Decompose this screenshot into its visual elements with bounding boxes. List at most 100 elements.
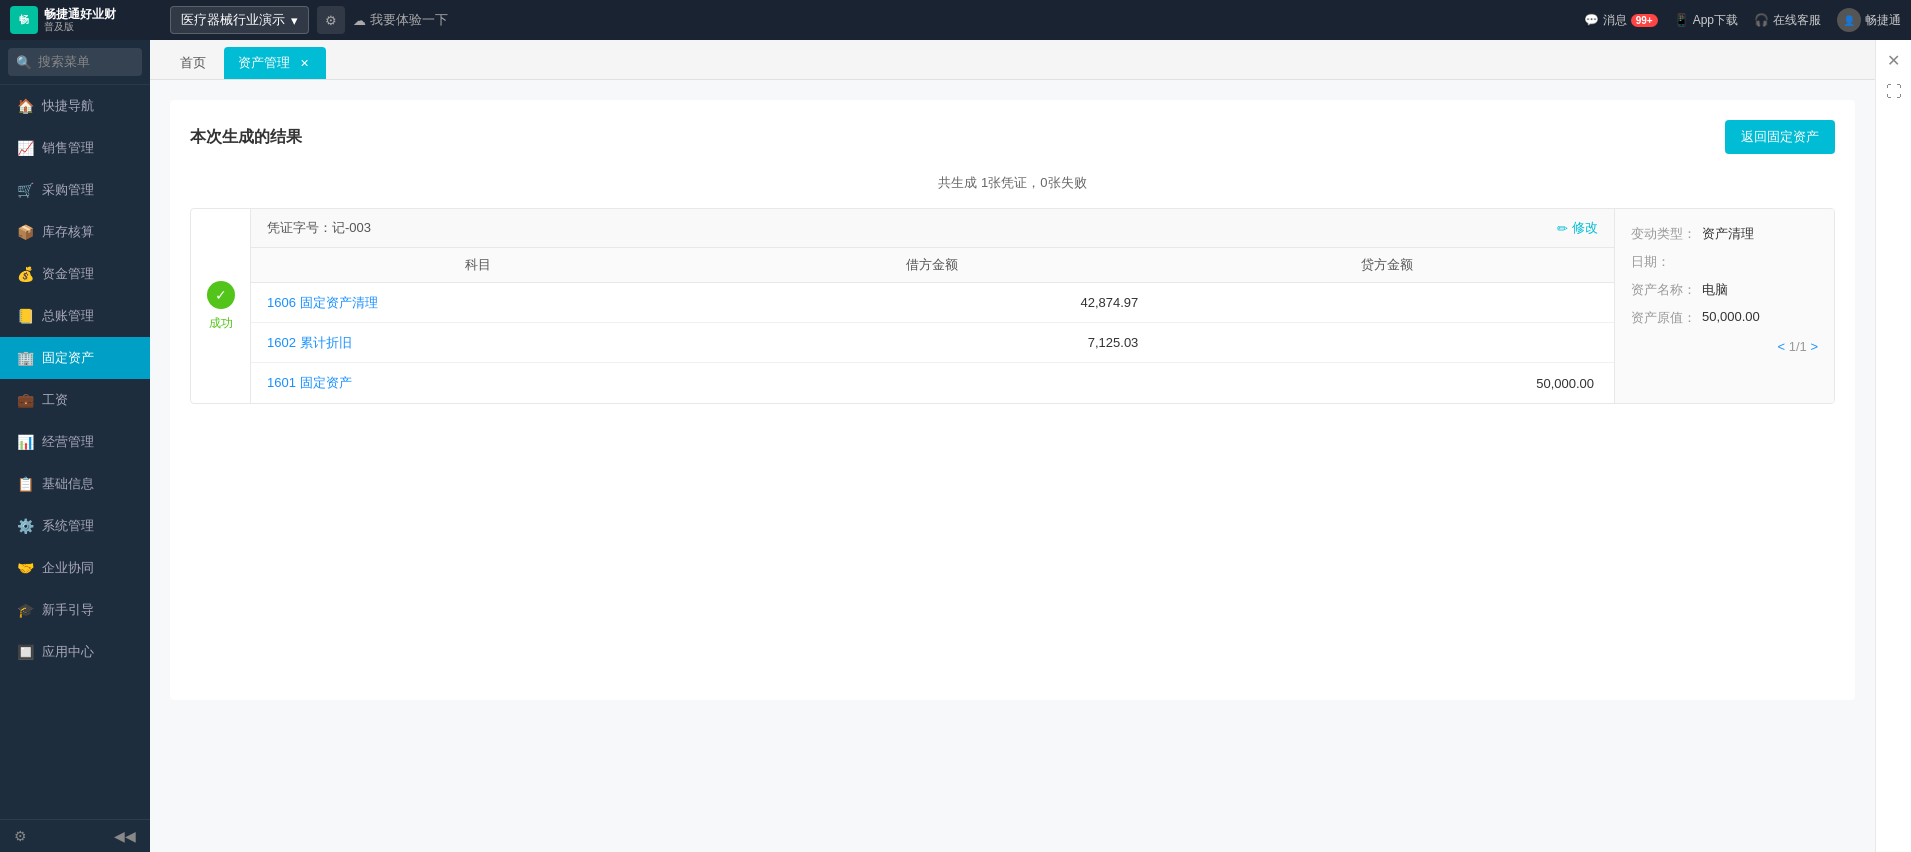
page-info: 1/1 <box>1789 339 1811 354</box>
sidebar-item-label: 总账管理 <box>42 307 94 325</box>
edit-button[interactable]: ✏ 修改 <box>1557 219 1598 237</box>
voucher-rows: 1606 固定资产清理 42,874.97 1602 累计折旧 7,125.03… <box>251 283 1614 403</box>
tab-home[interactable]: 首页 <box>166 47 220 79</box>
next-page-button[interactable]: > <box>1810 339 1818 354</box>
sidebar-item-ledger[interactable]: 📒 总账管理 <box>0 295 150 337</box>
sidebar-bottom: ⚙ ◀◀ <box>0 819 150 852</box>
right-panel: ✕ ⛶ <box>1875 40 1911 852</box>
tab-home-label: 首页 <box>180 54 206 72</box>
sidebar-item-guide[interactable]: 🎓 新手引导 <box>0 589 150 631</box>
ops-icon: 📊 <box>16 433 34 451</box>
collapse-sidebar-icon[interactable]: ◀◀ <box>114 828 136 844</box>
sidebar-item-label: 销售管理 <box>42 139 94 157</box>
sidebar-item-system[interactable]: ⚙️ 系统管理 <box>0 505 150 547</box>
sidebar-item-label: 采购管理 <box>42 181 94 199</box>
salary-icon: 💼 <box>16 391 34 409</box>
chevron-down-icon: ▾ <box>291 13 298 28</box>
sidebar-search-area: 🔍 搜索菜单 <box>0 40 150 85</box>
voucher-info-panel: 变动类型： 资产清理 日期： 资产名称： 电脑 资产原值： <box>1614 209 1834 403</box>
sidebar-item-collab[interactable]: 🤝 企业协同 <box>0 547 150 589</box>
debit-cell-1: 42,874.97 <box>703 295 1159 310</box>
sidebar-item-finance[interactable]: 💰 资金管理 <box>0 253 150 295</box>
sidebar-item-ops[interactable]: 📊 经营管理 <box>0 421 150 463</box>
search-menu-button[interactable]: 🔍 搜索菜单 <box>8 48 142 76</box>
subject-cell-3[interactable]: 1601 固定资产 <box>251 374 703 392</box>
company-selector[interactable]: 医疗器械行业演示 ▾ <box>170 6 309 34</box>
finance-icon: 💰 <box>16 265 34 283</box>
info-asset-name: 资产名称： 电脑 <box>1631 281 1818 299</box>
sidebar-item-label: 工资 <box>42 391 68 409</box>
expand-icon[interactable]: ⛶ <box>1882 80 1906 104</box>
voucher-number: 凭证字号：记-003 <box>267 219 371 237</box>
sidebar-item-fixed-assets[interactable]: 🏢 固定资产 <box>0 337 150 379</box>
online-service-button[interactable]: 🎧 在线客服 <box>1754 12 1821 29</box>
prev-page-button[interactable]: < <box>1778 339 1786 354</box>
top-bar-right: 💬 消息 99+ 📱 App下载 🎧 在线客服 👤 畅捷通 <box>1584 8 1901 32</box>
sidebar-item-salary[interactable]: 💼 工资 <box>0 379 150 421</box>
sidebar-item-label: 应用中心 <box>42 643 94 661</box>
credit-cell-3: 50,000.00 <box>1158 376 1614 391</box>
settings-bottom-icon[interactable]: ⚙ <box>14 828 27 844</box>
ledger-icon: 📒 <box>16 307 34 325</box>
purchase-icon: 🛒 <box>16 181 34 199</box>
col-header-debit: 借方金额 <box>705 256 1159 274</box>
settings-icon[interactable]: ⚙ <box>317 6 345 34</box>
messages-badge: 99+ <box>1631 14 1658 27</box>
messages-button[interactable]: 💬 消息 99+ <box>1584 12 1658 29</box>
page-content: 本次生成的结果 返回固定资产 共生成 1张凭证，0张失败 ✓ 成功 <box>150 80 1875 852</box>
summary-text: 共生成 1张凭证，0张失败 <box>190 174 1835 192</box>
info-original-value: 资产原值： 50,000.00 <box>1631 309 1818 327</box>
info-date: 日期： <box>1631 253 1818 271</box>
brand-text: 畅捷通好业财 普及版 <box>44 7 116 33</box>
message-icon: 💬 <box>1584 13 1599 27</box>
system-icon: ⚙️ <box>16 517 34 535</box>
success-label: 成功 <box>209 315 233 332</box>
content-area: 首页 资产管理 ✕ 本次生成的结果 返回固定资产 共生成 1张凭证，0张失败 <box>150 40 1875 852</box>
experience-button[interactable]: ☁ 我要体验一下 <box>353 11 448 29</box>
sales-icon: 📈 <box>16 139 34 157</box>
close-right-panel-icon[interactable]: ✕ <box>1882 48 1906 72</box>
voucher-header: 凭证字号：记-003 ✏ 修改 <box>251 209 1614 248</box>
tab-close-icon[interactable]: ✕ <box>296 55 312 71</box>
subject-cell-2[interactable]: 1602 累计折旧 <box>251 334 703 352</box>
sidebar-item-label: 库存核算 <box>42 223 94 241</box>
subject-cell-1[interactable]: 1606 固定资产清理 <box>251 294 703 312</box>
sidebar-nav: 🏠 快捷导航 📈 销售管理 🛒 采购管理 📦 库存核算 💰 资金管理 📒 <box>0 85 150 819</box>
sidebar-item-sales[interactable]: 📈 销售管理 <box>0 127 150 169</box>
sidebar-item-label: 基础信息 <box>42 475 94 493</box>
result-header: 本次生成的结果 返回固定资产 <box>190 120 1835 154</box>
search-label: 搜索菜单 <box>38 53 90 71</box>
info-change-type: 变动类型： 资产清理 <box>1631 225 1818 243</box>
search-icon: 🔍 <box>16 55 32 70</box>
inventory-icon: 📦 <box>16 223 34 241</box>
sidebar-item-label: 经营管理 <box>42 433 94 451</box>
voucher-status: ✓ 成功 <box>191 209 251 403</box>
return-button[interactable]: 返回固定资产 <box>1725 120 1835 154</box>
sidebar-item-purchase[interactable]: 🛒 采购管理 <box>0 169 150 211</box>
sidebar: 🔍 搜索菜单 🏠 快捷导航 📈 销售管理 🛒 采购管理 📦 库存核算 <box>0 40 150 852</box>
main-layout: 🔍 搜索菜单 🏠 快捷导航 📈 销售管理 🛒 采购管理 📦 库存核算 <box>0 40 1911 852</box>
table-row: 1602 累计折旧 7,125.03 <box>251 323 1614 363</box>
user-profile[interactable]: 👤 畅捷通 <box>1837 8 1901 32</box>
apps-icon: 🔲 <box>16 643 34 661</box>
tab-asset-mgmt[interactable]: 资产管理 ✕ <box>224 47 326 79</box>
guide-icon: 🎓 <box>16 601 34 619</box>
brand-icon: 畅 <box>10 6 38 34</box>
sidebar-item-label: 固定资产 <box>42 349 94 367</box>
sidebar-item-basic[interactable]: 📋 基础信息 <box>0 463 150 505</box>
sidebar-item-apps[interactable]: 🔲 应用中心 <box>0 631 150 673</box>
sidebar-item-label: 系统管理 <box>42 517 94 535</box>
sidebar-item-label: 快捷导航 <box>42 97 94 115</box>
result-panel: 本次生成的结果 返回固定资产 共生成 1张凭证，0张失败 ✓ 成功 <box>170 100 1855 700</box>
sidebar-item-inventory[interactable]: 📦 库存核算 <box>0 211 150 253</box>
sidebar-item-label: 新手引导 <box>42 601 94 619</box>
sidebar-item-quick-nav[interactable]: 🏠 快捷导航 <box>0 85 150 127</box>
brand-sub: 普及版 <box>44 21 116 33</box>
assets-icon: 🏢 <box>16 349 34 367</box>
edit-icon: ✏ <box>1557 221 1568 236</box>
tab-bar: 首页 资产管理 ✕ <box>150 40 1875 80</box>
page-title: 本次生成的结果 <box>190 127 302 148</box>
debit-cell-2: 7,125.03 <box>703 335 1159 350</box>
phone-icon: 📱 <box>1674 13 1689 27</box>
app-download-button[interactable]: 📱 App下载 <box>1674 12 1738 29</box>
